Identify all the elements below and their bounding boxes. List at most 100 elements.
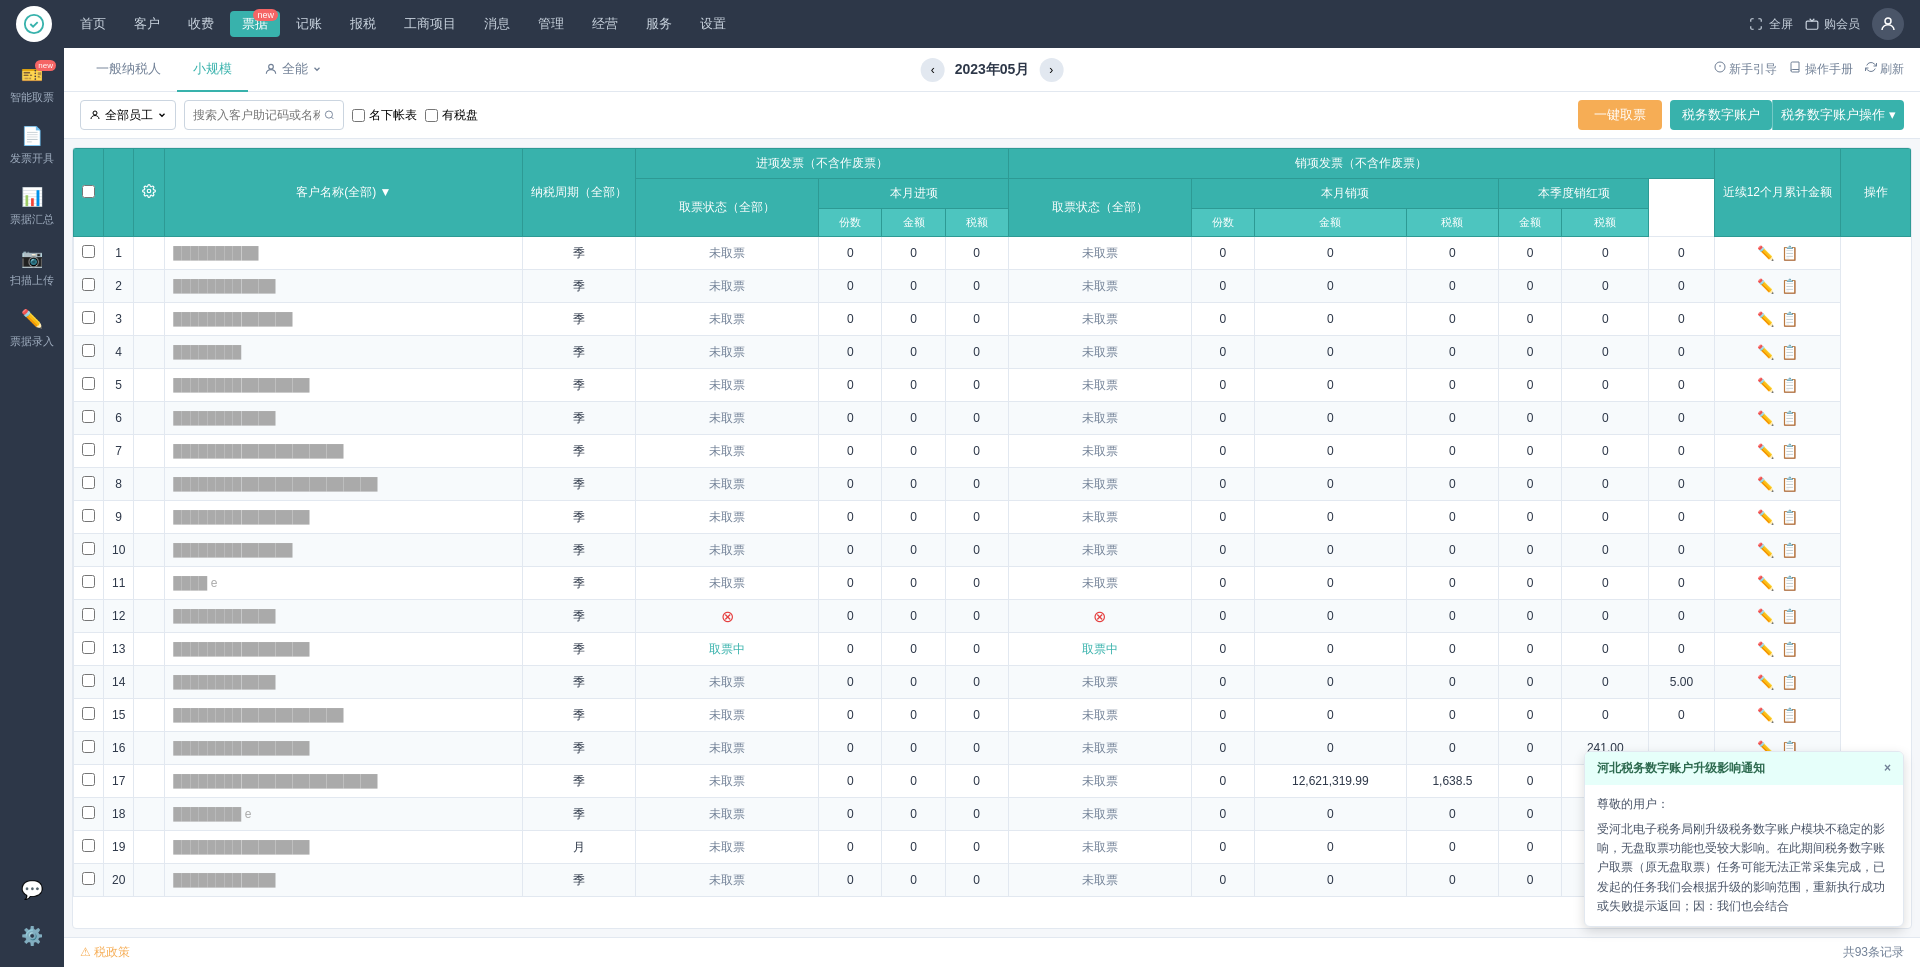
logo[interactable] (16, 6, 52, 42)
copy-btn[interactable]: 📋 (1779, 375, 1800, 395)
row-checkbox[interactable] (82, 608, 95, 621)
edit-btn[interactable]: ✏️ (1755, 276, 1776, 296)
edit-btn[interactable]: ✏️ (1755, 573, 1776, 593)
tab-general[interactable]: 一般纳税人 (80, 48, 177, 92)
row-check[interactable] (74, 402, 104, 435)
row-check[interactable] (74, 567, 104, 600)
row-check[interactable] (74, 699, 104, 732)
tax-policy-link[interactable]: ⚠ 税政策 (80, 944, 130, 961)
edit-btn[interactable]: ✏️ (1755, 441, 1776, 461)
copy-btn[interactable]: 📋 (1779, 243, 1800, 263)
notification-close-btn[interactable]: × (1884, 761, 1891, 775)
row-check[interactable] (74, 600, 104, 633)
row-checkbox[interactable] (82, 509, 95, 522)
row-check[interactable] (74, 336, 104, 369)
row-checkbox[interactable] (82, 476, 95, 489)
th-period[interactable]: 纳税周期（全部） (523, 149, 636, 237)
sidebar-item-smart-ticket[interactable]: 🎫 智能取票 new (4, 56, 60, 113)
under-accounts-check[interactable]: 名下帐表 (352, 107, 417, 124)
row-check[interactable] (74, 501, 104, 534)
employee-select[interactable]: 全部员工 (80, 100, 176, 130)
avatar[interactable] (1872, 8, 1904, 40)
row-checkbox[interactable] (82, 674, 95, 687)
copy-btn[interactable]: 📋 (1779, 408, 1800, 428)
edit-btn[interactable]: ✏️ (1755, 243, 1776, 263)
sidebar-item-message[interactable]: 💬 (4, 871, 60, 909)
new-guide-link[interactable]: 新手引导 (1714, 61, 1777, 78)
copy-btn[interactable]: 📋 (1779, 309, 1800, 329)
copy-btn[interactable]: 📋 (1779, 639, 1800, 659)
has-taxdisk-checkbox[interactable] (425, 109, 438, 122)
row-check[interactable] (74, 765, 104, 798)
copy-btn[interactable]: 📋 (1779, 606, 1800, 626)
edit-btn[interactable]: ✏️ (1755, 705, 1776, 725)
copy-btn[interactable]: 📋 (1779, 672, 1800, 692)
row-check[interactable] (74, 864, 104, 897)
row-check[interactable] (74, 534, 104, 567)
row-check[interactable] (74, 633, 104, 666)
row-checkbox[interactable] (82, 806, 95, 819)
sidebar-item-summary[interactable]: 📊 票据汇总 (4, 178, 60, 235)
edit-btn[interactable]: ✏️ (1755, 309, 1776, 329)
row-checkbox[interactable] (82, 278, 95, 291)
row-check[interactable] (74, 831, 104, 864)
row-checkbox[interactable] (82, 344, 95, 357)
edit-btn[interactable]: ✏️ (1755, 342, 1776, 362)
nav-tax[interactable]: 报税 (338, 11, 388, 37)
search-input[interactable] (193, 108, 320, 122)
copy-btn[interactable]: 📋 (1779, 276, 1800, 296)
nav-service[interactable]: 服务 (634, 11, 684, 37)
sidebar-item-entry[interactable]: ✏️ 票据录入 (4, 300, 60, 357)
row-checkbox[interactable] (82, 443, 95, 456)
member-btn[interactable]: 购会员 (1805, 16, 1860, 33)
fullscreen-btn[interactable]: 全屏 (1749, 16, 1792, 33)
edit-btn[interactable]: ✏️ (1755, 606, 1776, 626)
copy-btn[interactable]: 📋 (1779, 474, 1800, 494)
copy-btn[interactable]: 📋 (1779, 573, 1800, 593)
row-check[interactable] (74, 732, 104, 765)
th-in-status[interactable]: 取票状态（全部） (636, 179, 819, 237)
nav-home[interactable]: 首页 (68, 11, 118, 37)
nav-manage[interactable]: 管理 (526, 11, 576, 37)
nav-message[interactable]: 消息 (472, 11, 522, 37)
row-check[interactable] (74, 666, 104, 699)
edit-btn[interactable]: ✏️ (1755, 672, 1776, 692)
row-checkbox[interactable] (82, 773, 95, 786)
edit-btn[interactable]: ✏️ (1755, 474, 1776, 494)
edit-btn[interactable]: ✏️ (1755, 375, 1776, 395)
row-check[interactable] (74, 270, 104, 303)
one-key-ticket-btn[interactable]: 一键取票 (1578, 100, 1662, 130)
edit-btn[interactable]: ✏️ (1755, 540, 1776, 560)
nav-invoice[interactable]: 票据 new (230, 11, 280, 37)
edit-btn[interactable]: ✏️ (1755, 507, 1776, 527)
nav-business[interactable]: 工商项目 (392, 11, 468, 37)
period-next-btn[interactable]: › (1039, 58, 1063, 82)
under-accounts-checkbox[interactable] (352, 109, 365, 122)
search-box[interactable] (184, 100, 344, 130)
digital-dropdown-btn[interactable]: 税务数字账户操作 ▾ (1772, 100, 1904, 130)
period-prev-btn[interactable]: ‹ (921, 58, 945, 82)
nav-settings[interactable]: 设置 (688, 11, 738, 37)
row-checkbox[interactable] (82, 872, 95, 885)
nav-bookkeep[interactable]: 记账 (284, 11, 334, 37)
tab-small[interactable]: 小规模 (177, 48, 248, 92)
refresh-link[interactable]: 刷新 (1865, 61, 1904, 78)
sidebar-item-scan[interactable]: 📷 扫描上传 (4, 239, 60, 296)
row-checkbox[interactable] (82, 311, 95, 324)
th-client[interactable]: 客户名称(全部) ▼ (165, 149, 523, 237)
edit-btn[interactable]: ✏️ (1755, 408, 1776, 428)
row-check[interactable] (74, 369, 104, 402)
select-all-checkbox[interactable] (82, 185, 95, 198)
sidebar-item-config[interactable]: ⚙️ (4, 917, 60, 955)
copy-btn[interactable]: 📋 (1779, 540, 1800, 560)
row-checkbox[interactable] (82, 410, 95, 423)
row-check[interactable] (74, 468, 104, 501)
copy-btn[interactable]: 📋 (1779, 507, 1800, 527)
sidebar-item-invoice-open[interactable]: 📄 发票开具 (4, 117, 60, 174)
row-checkbox[interactable] (82, 575, 95, 588)
nav-client[interactable]: 客户 (122, 11, 172, 37)
manual-link[interactable]: 操作手册 (1789, 61, 1852, 78)
row-checkbox[interactable] (82, 740, 95, 753)
row-checkbox[interactable] (82, 542, 95, 555)
row-checkbox[interactable] (82, 839, 95, 852)
